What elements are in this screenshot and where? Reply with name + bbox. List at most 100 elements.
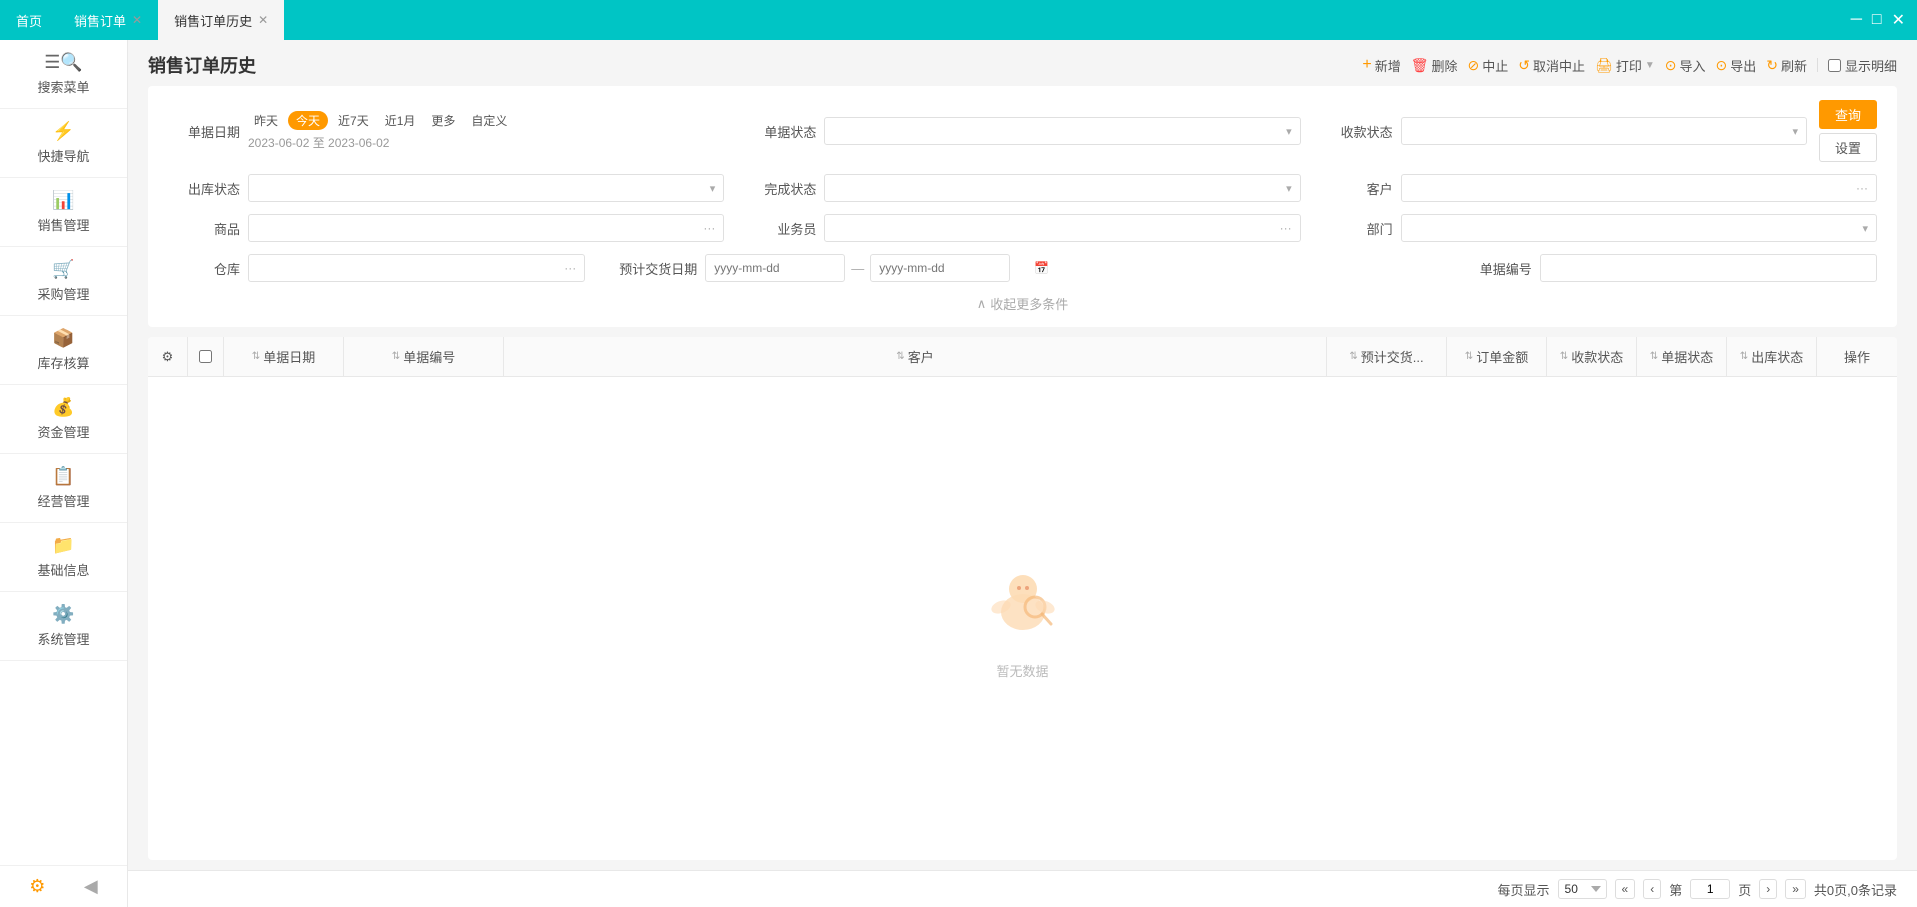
delivery-start-wrap[interactable]: 📅 bbox=[705, 254, 845, 282]
th-sn[interactable]: ⇅ 单据编号 bbox=[344, 337, 504, 376]
select-all-checkbox[interactable] bbox=[199, 350, 212, 363]
collapse-filter-row[interactable]: ∧ 收起更多条件 bbox=[168, 294, 1877, 313]
goods-more-icon[interactable]: ··· bbox=[703, 221, 715, 235]
date-btn-today[interactable]: 今天 bbox=[288, 111, 328, 130]
th-pay-status[interactable]: ⇅ 收款状态 bbox=[1547, 337, 1637, 376]
out-status-select[interactable]: ▾ bbox=[248, 174, 724, 202]
th-settings[interactable]: ⚙ bbox=[148, 337, 188, 376]
sidebar-item-operations[interactable]: 📋 经营管理 bbox=[0, 454, 127, 523]
order-status-input[interactable] bbox=[833, 124, 1286, 138]
settings-bottom-icon[interactable]: ⚙ bbox=[29, 876, 45, 897]
sidebar-item-sales-mgmt[interactable]: 📊 销售管理 bbox=[0, 178, 127, 247]
tab-sales-order-history[interactable]: 销售订单历史 ✕ bbox=[158, 0, 284, 40]
order-status-dropdown-icon[interactable]: ▾ bbox=[1286, 125, 1292, 138]
complete-status-input[interactable] bbox=[833, 181, 1286, 195]
th-out-status[interactable]: ⇅ 出库状态 bbox=[1727, 337, 1817, 376]
filter-delivery-date: 预计交货日期 📅 — 📅 bbox=[605, 254, 1440, 282]
delivery-end-calendar-icon[interactable]: 📅 bbox=[1034, 261, 1049, 275]
department-dropdown-icon[interactable]: ▾ bbox=[1862, 222, 1868, 235]
delete-button[interactable]: 🗑 删除 bbox=[1411, 56, 1458, 75]
sidebar-item-quick-nav[interactable]: ⚡ 快捷导航 bbox=[0, 109, 127, 178]
th-checkbox[interactable] bbox=[188, 337, 224, 376]
tab-sales-order[interactable]: 销售订单 ✕ bbox=[58, 0, 158, 40]
th-order-status[interactable]: ⇅ 单据状态 bbox=[1637, 337, 1727, 376]
department-input[interactable] bbox=[1410, 221, 1863, 235]
filter-out-status: 出库状态 ▾ bbox=[168, 174, 724, 202]
salesperson-more-icon[interactable]: ··· bbox=[1280, 221, 1292, 235]
customer-more-icon[interactable]: ··· bbox=[1856, 181, 1868, 195]
sidebar-item-sales-mgmt-label: 销售管理 bbox=[37, 215, 89, 234]
page-number-input[interactable] bbox=[1690, 879, 1730, 899]
goods-input[interactable] bbox=[257, 221, 703, 235]
customer-input-wrap[interactable]: ··· bbox=[1401, 174, 1877, 202]
delivery-end-input[interactable] bbox=[879, 261, 1034, 275]
sidebar-item-system[interactable]: ⚙️ 系统管理 bbox=[0, 592, 127, 661]
tab-sales-order-history-close[interactable]: ✕ bbox=[258, 13, 268, 27]
page-label-prefix: 第 bbox=[1669, 880, 1682, 899]
order-status-select[interactable]: ▾ bbox=[824, 117, 1300, 145]
first-page-button[interactable]: « bbox=[1615, 879, 1636, 899]
th-amount[interactable]: ⇅ 订单金额 bbox=[1447, 337, 1547, 376]
basic-info-icon: 📁 bbox=[52, 535, 74, 556]
warehouse-input-wrap[interactable]: ··· bbox=[248, 254, 585, 282]
prev-page-button[interactable]: ‹ bbox=[1643, 879, 1661, 899]
complete-status-select[interactable]: ▾ bbox=[824, 174, 1300, 202]
sidebar-item-finance[interactable]: 💰 资金管理 bbox=[0, 385, 127, 454]
department-select[interactable]: ▾ bbox=[1401, 214, 1877, 242]
close-button[interactable]: ✕ bbox=[1890, 8, 1907, 32]
query-button[interactable]: 查询 bbox=[1819, 100, 1877, 129]
pay-status-input[interactable] bbox=[1410, 124, 1793, 138]
th-pay-status-label: 收款状态 bbox=[1571, 347, 1623, 366]
empty-state: 暂无数据 bbox=[148, 377, 1897, 860]
sidebar-item-search-menu[interactable]: ☰🔍 搜索菜单 bbox=[0, 40, 127, 109]
date-btn-more[interactable]: 更多 bbox=[425, 111, 461, 130]
refresh-button[interactable]: ↻ 刷新 bbox=[1766, 56, 1807, 75]
pay-status-select[interactable]: ▾ bbox=[1401, 117, 1807, 145]
salesperson-input-wrap[interactable]: ··· bbox=[824, 214, 1300, 242]
settings-icon[interactable]: ⚙ bbox=[162, 349, 174, 365]
cancel-stop-button[interactable]: ↺ 取消中止 bbox=[1518, 56, 1585, 75]
print-dropdown-icon[interactable]: ▼ bbox=[1645, 60, 1655, 71]
export-button[interactable]: ⊙ 导出 bbox=[1715, 56, 1756, 75]
show-detail-checkbox[interactable] bbox=[1828, 59, 1841, 72]
sidebar-item-purchase-mgmt[interactable]: 🛒 采购管理 bbox=[0, 247, 127, 316]
collapse-sidebar-icon[interactable]: ◀ bbox=[84, 876, 98, 897]
pay-status-dropdown-icon[interactable]: ▾ bbox=[1792, 125, 1798, 138]
order-no-input-wrap[interactable] bbox=[1540, 254, 1877, 282]
page-size-select[interactable]: 50 10 20 100 bbox=[1558, 879, 1607, 899]
goods-input-wrap[interactable]: ··· bbox=[248, 214, 724, 242]
import-button[interactable]: ⊙ 导入 bbox=[1665, 56, 1706, 75]
cancel-stop-label: 取消中止 bbox=[1533, 56, 1585, 75]
next-page-button[interactable]: › bbox=[1759, 879, 1777, 899]
setting-button[interactable]: 设置 bbox=[1819, 133, 1877, 162]
date-btn-last7[interactable]: 近7天 bbox=[332, 111, 375, 130]
sidebar-item-basic-info[interactable]: 📁 基础信息 bbox=[0, 523, 127, 592]
order-no-input[interactable] bbox=[1549, 261, 1868, 275]
tab-sales-order-close[interactable]: ✕ bbox=[132, 13, 142, 27]
maximize-button[interactable]: □ bbox=[1870, 9, 1884, 31]
customer-input[interactable] bbox=[1410, 181, 1856, 195]
warehouse-more-icon[interactable]: ··· bbox=[564, 261, 576, 275]
last-page-button[interactable]: » bbox=[1785, 879, 1806, 899]
tab-home[interactable]: 首页 bbox=[0, 0, 58, 40]
minimize-button[interactable]: ─ bbox=[1849, 9, 1864, 31]
date-btn-last1m[interactable]: 近1月 bbox=[379, 111, 422, 130]
date-btn-custom[interactable]: 自定义 bbox=[465, 111, 513, 130]
new-button[interactable]: + 新增 bbox=[1362, 56, 1400, 75]
out-status-dropdown-icon[interactable]: ▾ bbox=[710, 182, 716, 195]
show-detail-checkbox-label[interactable]: 显示明细 bbox=[1828, 56, 1897, 75]
date-btn-yesterday[interactable]: 昨天 bbox=[248, 111, 284, 130]
tab-home-label: 首页 bbox=[16, 11, 42, 30]
th-customer[interactable]: ⇅ 客户 bbox=[504, 337, 1327, 376]
delivery-end-wrap[interactable]: 📅 bbox=[870, 254, 1010, 282]
out-status-input[interactable] bbox=[257, 181, 710, 195]
date-filter-wrap: 昨天 今天 近7天 近1月 更多 自定义 2023-06-02 至 2023-0… bbox=[248, 111, 724, 151]
complete-status-dropdown-icon[interactable]: ▾ bbox=[1286, 182, 1292, 195]
sidebar-item-inventory[interactable]: 📦 库存核算 bbox=[0, 316, 127, 385]
print-button[interactable]: 🖨 打印 ▼ bbox=[1595, 56, 1655, 75]
th-delivery[interactable]: ⇅ 预计交货... bbox=[1327, 337, 1447, 376]
salesperson-input[interactable] bbox=[833, 221, 1279, 235]
warehouse-input[interactable] bbox=[257, 261, 564, 275]
stop-button[interactable]: ⊘ 中止 bbox=[1468, 56, 1509, 75]
th-date[interactable]: ⇅ 单据日期 bbox=[224, 337, 344, 376]
